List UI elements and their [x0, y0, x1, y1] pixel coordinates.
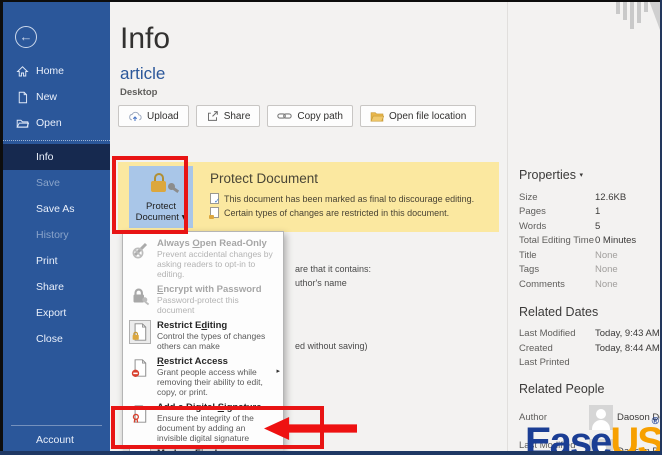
document-properties-panel: Properties ▾ Size 12.6KB Pages 1 Words 5 To… [507, 2, 662, 455]
menu-item-description: Control the types of changes others can … [157, 331, 266, 351]
upload-button[interactable]: Upload [118, 105, 189, 127]
property-row: Size 12.6KB [519, 191, 627, 203]
word-backstage-info-window: ← Home New Open Info Save Save As Histor… [0, 0, 662, 455]
menu-item-restrict-editing[interactable]: Restrict Editing Control the types of ch… [123, 317, 283, 353]
window-border [0, 0, 662, 2]
menu-item-description: Grant people access while removing their… [157, 367, 263, 397]
link-icon [277, 111, 293, 121]
restrict-editing-doc-icon [129, 320, 151, 344]
sidebar-item-label: New [36, 91, 58, 103]
new-document-icon [16, 91, 29, 104]
inspect-text-fragment: are that it contains: [295, 264, 372, 274]
back-arrow-icon: ← [19, 29, 33, 44]
page-title: Info [120, 22, 171, 55]
menu-item-restrict-access[interactable]: Restrict Access Grant people access whil… [123, 353, 283, 399]
share-icon [206, 110, 219, 122]
sidebar-item-label: Close [36, 333, 63, 345]
date-row: Created Today, 8:44 AM [519, 342, 660, 354]
sidebar-divider [11, 425, 102, 426]
upload-cloud-icon [128, 110, 142, 122]
sidebar-item-label: Home [36, 65, 65, 77]
sidebar-item-label: Open [36, 117, 62, 129]
property-row: Total Editing Time 0 Minutes [519, 235, 637, 247]
sidebar-item-label: Share [36, 281, 65, 293]
sidebar-item-save-as[interactable]: Save As [3, 196, 110, 222]
highlight-box-protect-button [112, 156, 188, 234]
protect-banner-line: ✓ This document has been marked as final… [210, 193, 475, 205]
window-border [0, 0, 3, 455]
share-button[interactable]: Share [195, 105, 261, 127]
inspect-text-fragment: uthor's name [295, 278, 347, 288]
back-arrow-button[interactable]: ← [15, 26, 37, 48]
sidebar-item-label: Export [36, 307, 67, 319]
backstage-sidebar: ← Home New Open Info Save Save As Histor… [3, 2, 110, 451]
folder-icon [370, 111, 384, 122]
protect-banner-line-text: This document has been marked as final t… [224, 193, 475, 204]
sidebar-item-label: Save [36, 177, 60, 189]
watermark-bars-decoration [616, 2, 648, 29]
sidebar-item-info[interactable]: Info [3, 144, 110, 170]
restricted-doc-icon [209, 207, 219, 219]
sidebar-item-account[interactable]: Account [3, 434, 110, 446]
sidebar-item-print[interactable]: Print [3, 248, 110, 274]
submenu-arrow-icon: ▸ [276, 368, 280, 375]
share-button-label: Share [223, 110, 251, 122]
protect-banner-title: Protect Document [210, 171, 319, 186]
copy-path-button-label: Copy path [297, 110, 343, 122]
menu-item-title: Encrypt with Password [157, 284, 262, 295]
read-only-pencil-icon [129, 238, 151, 262]
related-dates-heading: Related Dates [519, 304, 599, 319]
related-dates-rows: Last Modified Today, 9:43 AM Created Today… [519, 327, 660, 371]
date-row: Last Modified Today, 9:43 AM [519, 328, 660, 340]
marked-final-doc-icon: ✓ [210, 193, 220, 205]
open-folder-icon [16, 117, 29, 130]
copy-path-button[interactable]: Copy path [267, 105, 353, 127]
menu-item-title: Always Open Read-Only [157, 238, 267, 249]
open-file-location-button[interactable]: Open file location [359, 105, 477, 127]
sidebar-item-home[interactable]: Home [3, 58, 110, 84]
sidebar-item-label: Print [36, 255, 58, 267]
window-border [0, 451, 662, 455]
date-row: Last Printed [519, 357, 570, 369]
home-icon [16, 65, 29, 78]
registered-trademark-icon: ® [651, 416, 659, 427]
document-location: Desktop [120, 87, 158, 98]
sidebar-item-history: History [3, 222, 110, 248]
menu-item-title: Restrict Editing [157, 320, 228, 331]
sidebar-account-section: Account [3, 425, 110, 446]
menu-item-title: Restrict Access [157, 356, 228, 367]
sidebar-divider [3, 140, 110, 141]
sidebar-item-open[interactable]: Open [3, 110, 110, 136]
open-file-location-button-label: Open file location [388, 110, 467, 122]
chevron-down-icon: ▾ [579, 172, 583, 179]
sidebar-item-new[interactable]: New [3, 84, 110, 110]
protect-banner-line-text: Certain types of changes are restricted … [224, 207, 450, 218]
property-row[interactable]: Tags None [519, 263, 660, 278]
protect-banner-line: Certain types of changes are restricted … [209, 207, 450, 219]
document-name: article [120, 64, 166, 83]
sidebar-item-export[interactable]: Export [3, 300, 110, 326]
related-people-heading: Related People [519, 382, 605, 396]
property-row[interactable]: Title None [519, 248, 660, 263]
sidebar-item-label: History [36, 229, 69, 241]
inspect-text-fragment: ed without saving) [295, 341, 368, 351]
menu-item-encrypt-with-password: Encrypt with Password Password-protect t… [123, 281, 283, 317]
sidebar-item-share[interactable]: Share [3, 274, 110, 300]
document-toolbar: Upload Share Copy path Open file locatio… [118, 105, 507, 127]
properties-heading[interactable]: Properties ▾ [519, 168, 660, 182]
menu-item-description: Prevent accidental changes by asking rea… [157, 249, 273, 279]
menu-item-always-open-read-only: Always Open Read-Only Prevent accidental… [123, 235, 283, 281]
property-row[interactable]: Comments None [519, 277, 660, 292]
property-row: Words 5 [519, 220, 601, 232]
upload-button-label: Upload [147, 110, 179, 122]
properties-rows: Size 12.6KB Pages 1 Words 5 Total Editing T… [519, 190, 660, 292]
lock-key-icon [129, 284, 151, 308]
restrict-access-doc-icon [129, 356, 151, 380]
sidebar-item-close[interactable]: Close [3, 326, 110, 352]
menu-item-description: Password-protect this document [157, 295, 239, 315]
sidebar-item-save: Save [3, 170, 110, 196]
property-row: Pages 1 [519, 206, 601, 218]
sidebar-item-label: Info [36, 151, 54, 163]
sidebar-item-label: Save As [36, 203, 75, 215]
